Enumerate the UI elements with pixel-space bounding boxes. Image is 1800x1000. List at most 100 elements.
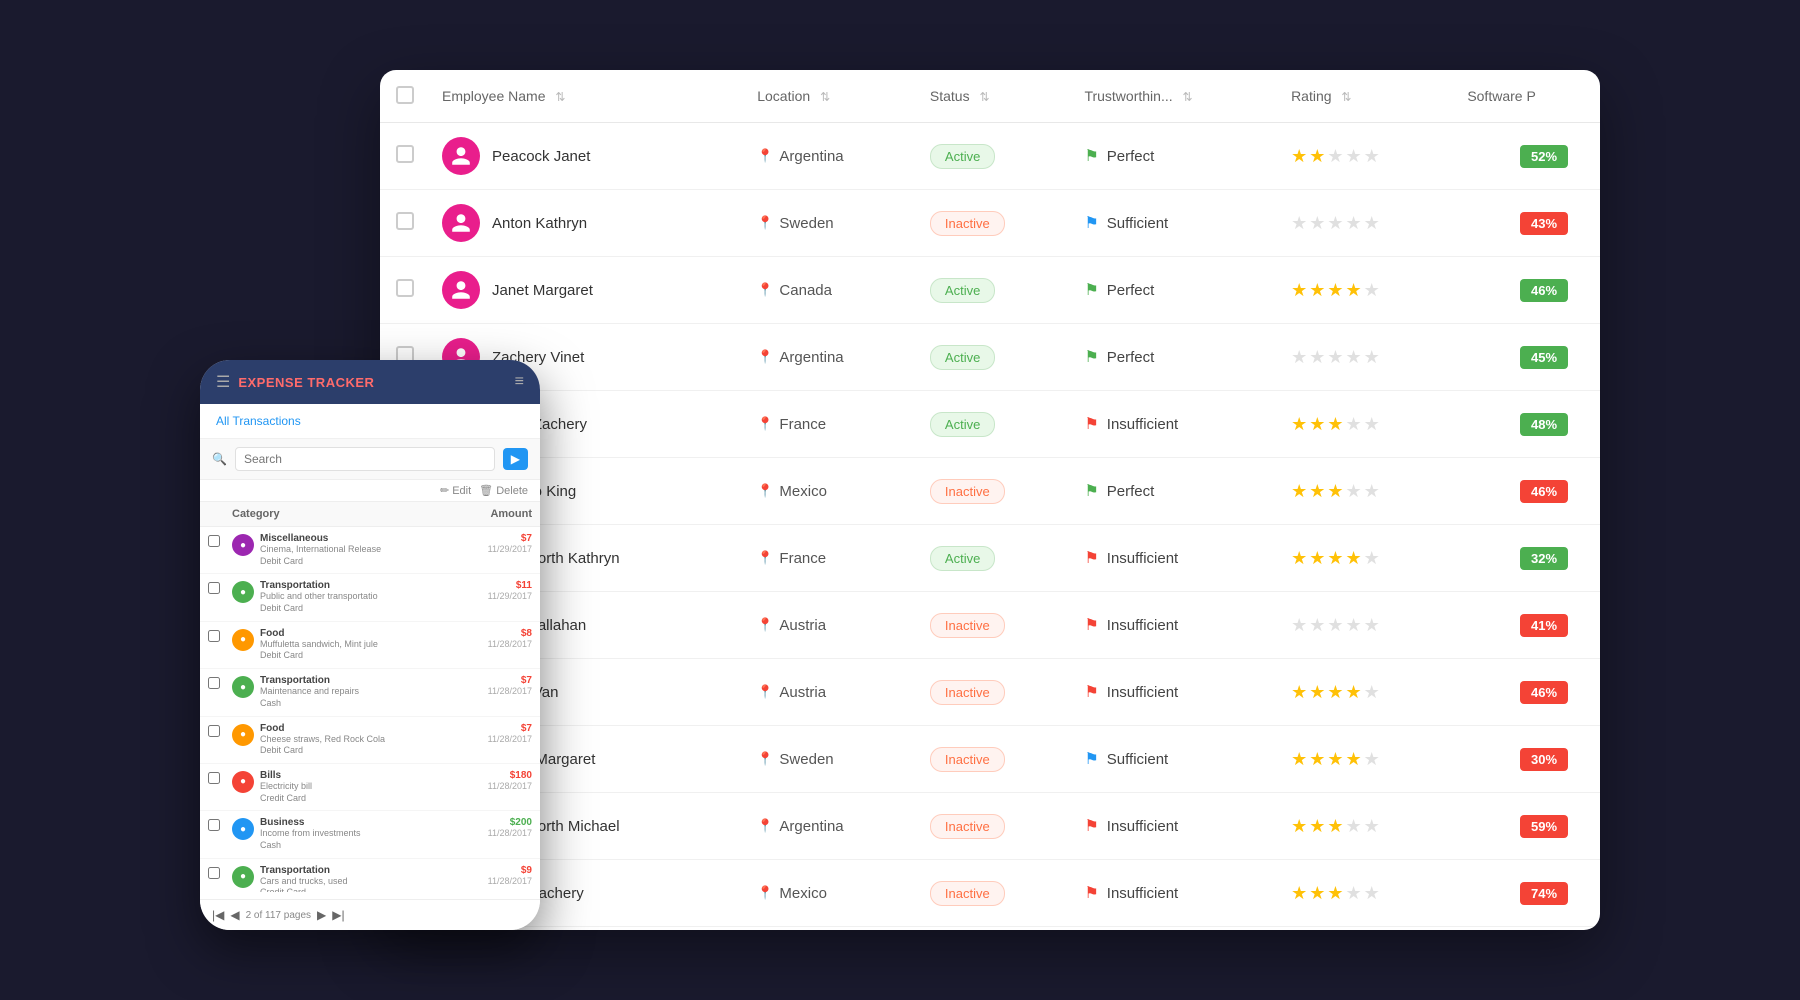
row-checkbox-cell[interactable]	[380, 257, 430, 324]
row-checkbox-cell[interactable]	[380, 123, 430, 190]
table-row: Van Nancy 📍 USA Inactive ⚑ Perfect	[380, 927, 1600, 931]
trust-cell: ⚑ Perfect	[1072, 123, 1279, 190]
star-icon: ★	[1291, 146, 1307, 167]
employee-name-cell: Anton Kathryn	[430, 190, 745, 257]
mobile-row-checkbox[interactable]	[208, 630, 220, 642]
status-cell: Inactive	[918, 860, 1073, 927]
transaction-amount-cell: $180 11/28/2017	[472, 770, 532, 791]
hamburger-icon[interactable]: ☰	[216, 372, 230, 392]
first-page-icon[interactable]: |◀	[212, 908, 224, 922]
star-icon: ★	[1327, 347, 1343, 368]
star-icon: ★	[1345, 548, 1361, 569]
header-location[interactable]: Location ⇅	[745, 70, 918, 123]
mobile-row: ● Business Income from investmentsCash $…	[200, 811, 540, 858]
header-rating[interactable]: Rating ⇅	[1279, 70, 1455, 123]
transaction-info: Business Income from investmentsCash	[260, 817, 472, 851]
row-checkbox[interactable]	[396, 279, 414, 297]
trust-flag-icon: ⚑	[1084, 749, 1098, 769]
trust-value: Perfect	[1107, 483, 1155, 500]
trust-cell: ⚑ Sufficient	[1072, 190, 1279, 257]
location-value: Sweden	[779, 751, 833, 768]
mobile-row-checkbox[interactable]	[208, 535, 220, 547]
employee-name-cell: Peacock Janet	[430, 123, 745, 190]
mobile-row: ● Bills Electricity billCredit Card $180…	[200, 764, 540, 811]
software-badge: 48%	[1520, 413, 1568, 436]
transaction-amount-cell: $11 11/29/2017	[472, 580, 532, 601]
star-icon: ★	[1309, 749, 1325, 770]
mobile-row-checkbox[interactable]	[208, 677, 220, 689]
transaction-date: 11/28/2017	[472, 828, 532, 838]
header-checkbox-cell[interactable]	[380, 70, 430, 123]
mobile-table-header: Category Amount	[200, 502, 540, 527]
transaction-date: 11/28/2017	[472, 686, 532, 696]
filter-icon[interactable]: ⇅	[820, 90, 830, 104]
star-icon: ★	[1309, 280, 1325, 301]
header-software[interactable]: Software P	[1455, 70, 1600, 123]
header-employee-name[interactable]: Employee Name ⇅	[430, 70, 745, 123]
star-icon: ★	[1291, 481, 1307, 502]
software-cell: 52%	[1455, 123, 1600, 190]
star-icon: ★	[1327, 883, 1343, 904]
mobile-menu-icon[interactable]: ≡	[515, 373, 524, 391]
trust-cell: ⚑ Insufficient	[1072, 860, 1279, 927]
search-button[interactable]: ▶	[503, 448, 528, 470]
row-checkbox[interactable]	[396, 212, 414, 230]
star-icon: ★	[1291, 548, 1307, 569]
star-icon: ★	[1345, 682, 1361, 703]
search-input[interactable]	[235, 447, 495, 471]
header-trustworthiness[interactable]: Trustworthin... ⇅	[1072, 70, 1279, 123]
mobile-row-checkbox[interactable]	[208, 772, 220, 784]
mobile-row-checkbox[interactable]	[208, 819, 220, 831]
category-name: Food	[260, 723, 472, 734]
transaction-date: 11/28/2017	[472, 876, 532, 886]
last-page-icon[interactable]: ▶|	[332, 908, 344, 922]
category-icon: ●	[232, 818, 254, 840]
filter-icon[interactable]: ⇅	[555, 90, 565, 104]
transaction-desc: Maintenance and repairsCash	[260, 686, 472, 709]
software-cell: 32%	[1455, 525, 1600, 592]
edit-label[interactable]: ✏ Edit	[440, 484, 471, 497]
star-icon: ★	[1364, 749, 1380, 770]
location-pin-icon: 📍	[757, 617, 773, 633]
mobile-pagination[interactable]: |◀ ◀ 2 of 117 pages ▶ ▶|	[212, 908, 345, 922]
filter-icon[interactable]: ⇅	[980, 90, 990, 104]
location-pin-icon: 📍	[757, 818, 773, 834]
software-badge: 52%	[1520, 145, 1568, 168]
employee-name: Peacock Janet	[492, 148, 590, 165]
software-badge: 30%	[1520, 748, 1568, 771]
row-checkbox-cell[interactable]	[380, 190, 430, 257]
mobile-row-checkbox[interactable]	[208, 725, 220, 737]
status-badge: Inactive	[930, 211, 1005, 236]
rating-cell: ★★★★★	[1279, 860, 1455, 927]
select-all-checkbox[interactable]	[396, 86, 414, 104]
location-value: France	[779, 416, 826, 433]
delete-label[interactable]: 🗑 Delete	[479, 484, 528, 497]
mobile-card: ☰ EXPENSE TRACKER ≡ All Transactions 🔍 ▶…	[200, 360, 540, 930]
star-icon: ★	[1291, 816, 1307, 837]
filter-icon[interactable]: ⇅	[1341, 90, 1351, 104]
rating-cell: ★★★★★	[1279, 123, 1455, 190]
transaction-amount: $180	[472, 770, 532, 781]
software-badge: 46%	[1520, 681, 1568, 704]
all-transactions-label[interactable]: All Transactions	[216, 414, 301, 428]
transaction-amount: $7	[472, 675, 532, 686]
category-name: Transportation	[260, 865, 472, 876]
mobile-row-checkbox[interactable]	[208, 867, 220, 879]
status-cell: Active	[918, 123, 1073, 190]
row-checkbox[interactable]	[396, 145, 414, 163]
star-icon: ★	[1327, 481, 1343, 502]
filter-icon[interactable]: ⇅	[1183, 90, 1193, 104]
star-icon: ★	[1364, 816, 1380, 837]
trust-flag-icon: ⚑	[1084, 682, 1098, 702]
software-cell: 43%	[1455, 190, 1600, 257]
header-status[interactable]: Status ⇅	[918, 70, 1073, 123]
star-icon: ★	[1309, 883, 1325, 904]
next-page-icon[interactable]: ▶	[317, 908, 326, 922]
mobile-row-checkbox[interactable]	[208, 582, 220, 594]
software-badge: 74%	[1520, 882, 1568, 905]
location-value: Argentina	[779, 349, 843, 366]
location-pin-icon: 📍	[757, 416, 773, 432]
location-pin-icon: 📍	[757, 349, 773, 365]
table-row: Fleet Zachery 📍 Mexico Inactive ⚑ Insuff…	[380, 860, 1600, 927]
prev-page-icon[interactable]: ◀	[230, 908, 239, 922]
